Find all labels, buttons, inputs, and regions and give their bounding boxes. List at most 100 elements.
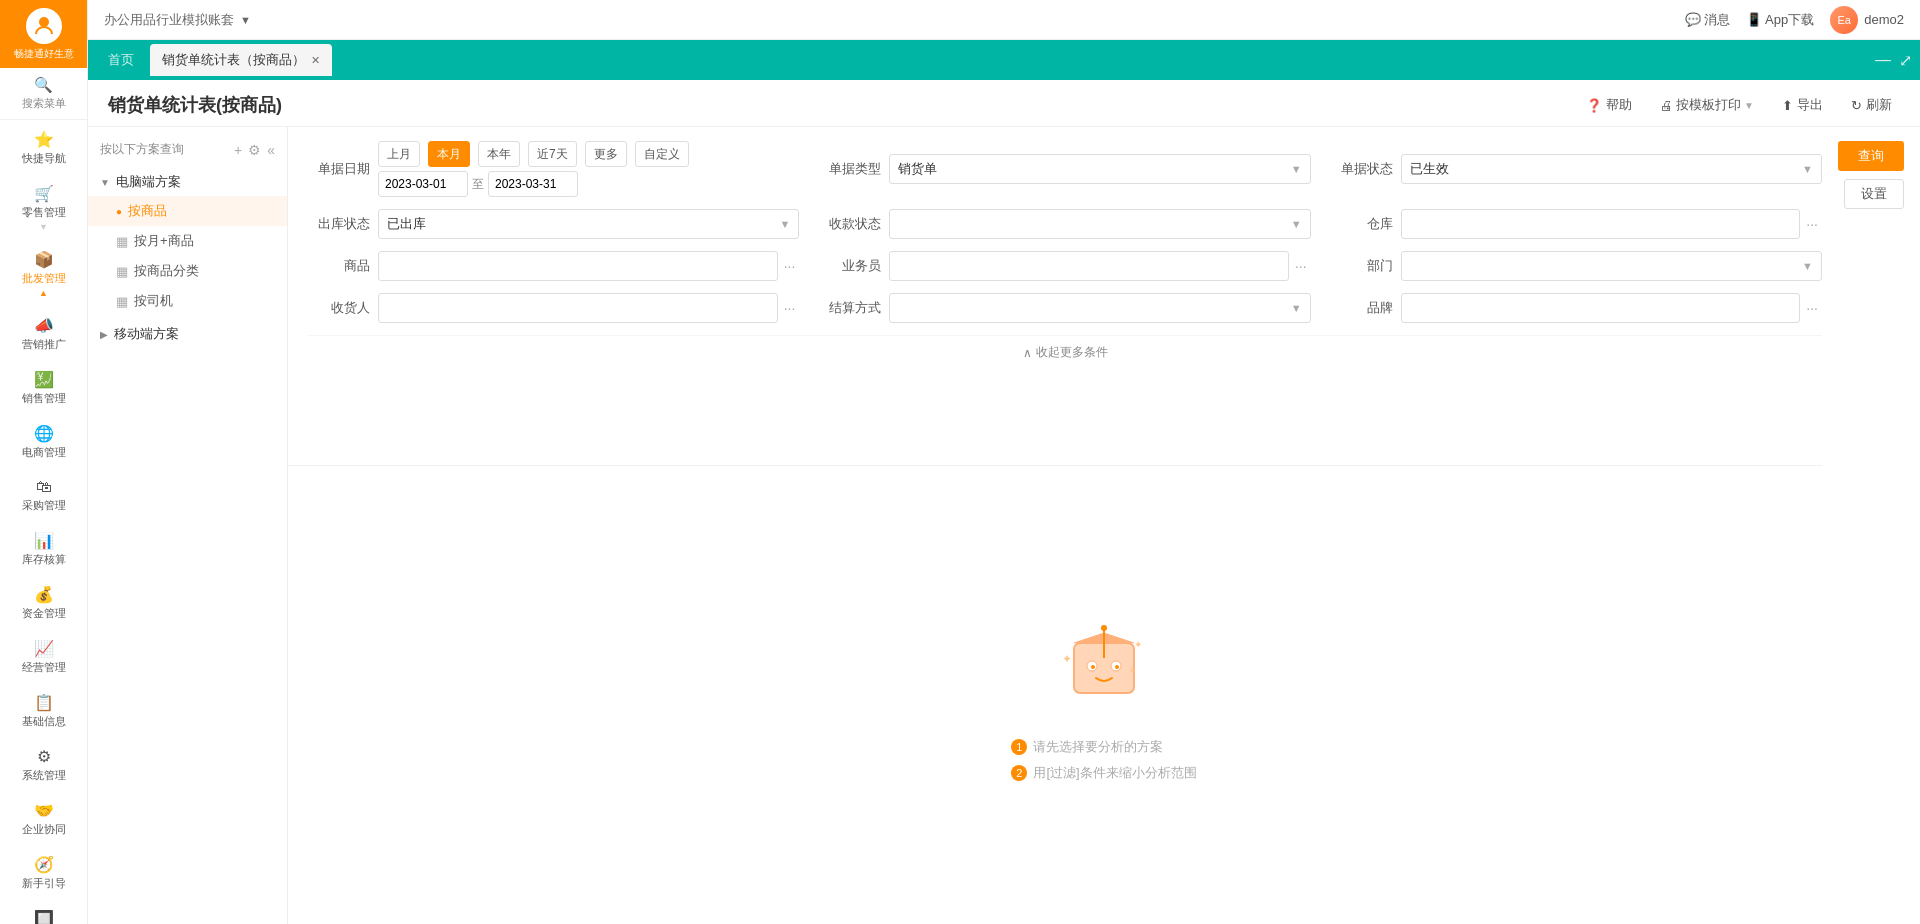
- doc-type-select[interactable]: 销货单 ▼: [889, 154, 1310, 184]
- empty-tip-1: 1 请先选择要分析的方案: [1011, 738, 1196, 756]
- tab-home[interactable]: 首页: [96, 44, 146, 76]
- sidebar-item-inventory[interactable]: 📊 库存核算: [0, 521, 87, 575]
- export-icon: ⬆: [1782, 98, 1793, 113]
- date-btn-custom[interactable]: 自定义: [635, 141, 689, 167]
- product-ellipsis-button[interactable]: ···: [780, 258, 800, 274]
- date-btn-7days[interactable]: 近7天: [528, 141, 577, 167]
- by-warehouse-icon: ▦: [116, 294, 128, 309]
- wholesale-icon: 📦: [34, 250, 54, 269]
- tab-bar: 首页 销货单统计表（按商品） ✕ — ⤢: [88, 40, 1920, 80]
- guide-icon: 🧭: [34, 855, 54, 874]
- warehouse-input[interactable]: [1401, 209, 1801, 239]
- sidebar-item-sales[interactable]: 💹 销售管理: [0, 360, 87, 414]
- sidebar-item-search[interactable]: 🔍 搜索菜单: [0, 68, 87, 120]
- tab-sales-stat-label: 销货单统计表（按商品）: [162, 51, 305, 69]
- filter-item-by-month-product[interactable]: ▦ 按月+商品: [88, 226, 287, 256]
- sidebar-item-ecommerce[interactable]: 🌐 电商管理: [0, 414, 87, 468]
- empty-state: ✦ ✦ ✦ 1 请先选择要分析的方案 2 用[过滤]条件来缩小分析范围: [288, 466, 1920, 925]
- add-scheme-icon[interactable]: +: [234, 142, 242, 158]
- page-actions: ❓ 帮助 🖨 按模板打印 ▼ ⬆ 导出 ↻ 刷新: [1578, 92, 1900, 118]
- date-to-input[interactable]: [488, 171, 578, 197]
- sidebar-item-quicknav[interactable]: ⭐ 快捷导航: [0, 120, 87, 174]
- template-print-button[interactable]: 🖨 按模板打印 ▼: [1652, 92, 1762, 118]
- product-input[interactable]: [378, 251, 778, 281]
- filter-section-mobile: ▶ 移动端方案: [88, 318, 287, 350]
- sidebar-basic-label: 基础信息: [22, 714, 66, 729]
- refresh-button[interactable]: ↻ 刷新: [1843, 92, 1900, 118]
- date-btn-this-month[interactable]: 本月: [428, 141, 470, 167]
- payment-status-select[interactable]: ▼: [889, 209, 1310, 239]
- tab-close-icon[interactable]: ✕: [311, 54, 320, 67]
- filter-item-by-warehouse[interactable]: ▦ 按司机: [88, 286, 287, 316]
- date-btn-last-month[interactable]: 上月: [378, 141, 420, 167]
- collab-icon: 🤝: [34, 801, 54, 820]
- salesperson-input[interactable]: [889, 251, 1289, 281]
- consignee-ellipsis-button[interactable]: ···: [780, 300, 800, 316]
- warehouse-ellipsis-button[interactable]: ···: [1802, 216, 1822, 232]
- refresh-icon: ↻: [1851, 98, 1862, 113]
- print-dropdown-icon: ▼: [1744, 100, 1754, 111]
- tip-text-1: 请先选择要分析的方案: [1033, 738, 1163, 756]
- out-status-select[interactable]: 已出库 ▼: [378, 209, 799, 239]
- sidebar-item-apps[interactable]: 🔲 应用中心: [0, 899, 87, 924]
- filter-section-mobile-header[interactable]: ▶ 移动端方案: [88, 320, 287, 348]
- sidebar: 畅捷通好生意 🔍 搜索菜单 ⭐ 快捷导航 🛒 零售管理 ▼ 📦 批发管理 ▲ 📣…: [0, 0, 88, 924]
- doc-status-select[interactable]: 已生效 ▼: [1401, 154, 1822, 184]
- sidebar-item-purchase[interactable]: 🛍 采购管理: [0, 468, 87, 521]
- filter-form-wrapper: 单据日期 上月 本月 本年 近7天 更多 自定义: [288, 127, 1920, 466]
- retail-expand-icon: ▼: [39, 222, 48, 232]
- app-download-button[interactable]: 📱 App下载: [1746, 11, 1814, 29]
- sidebar-retail-label: 零售管理: [22, 205, 66, 220]
- tab-bar-actions: — ⤢: [1875, 51, 1912, 70]
- filter-item-by-product-category[interactable]: ▦ 按商品分类: [88, 256, 287, 286]
- svg-point-5: [1091, 665, 1095, 669]
- workspace-selector[interactable]: 办公用品行业模拟账套 ▼: [104, 11, 251, 29]
- tab-minimize-icon[interactable]: —: [1875, 51, 1891, 69]
- brand-ellipsis-button[interactable]: ···: [1802, 300, 1822, 316]
- svg-text:✦: ✦: [1062, 652, 1072, 666]
- operations-icon: 📈: [34, 639, 54, 658]
- empty-tip-2: 2 用[过滤]条件来缩小分析范围: [1011, 764, 1196, 782]
- sidebar-item-collab[interactable]: 🤝 企业协同: [0, 791, 87, 845]
- export-button[interactable]: ⬆ 导出: [1774, 92, 1831, 118]
- sidebar-operations-label: 经营管理: [22, 660, 66, 675]
- marketing-icon: 📣: [34, 316, 54, 335]
- filter-field-warehouse: 仓库 ···: [1331, 209, 1822, 239]
- collapse-bar[interactable]: ∧ 收起更多条件: [308, 335, 1822, 365]
- tab-sales-stat[interactable]: 销货单统计表（按商品） ✕: [150, 44, 332, 76]
- sidebar-item-system[interactable]: ⚙ 系统管理: [0, 737, 87, 791]
- date-btn-more[interactable]: 更多: [585, 141, 627, 167]
- empty-illustration: ✦ ✦ ✦: [1054, 608, 1154, 708]
- page-header: 销货单统计表(按商品) ❓ 帮助 🖨 按模板打印 ▼ ⬆ 导出 ↻ 刷新: [88, 80, 1920, 127]
- message-button[interactable]: 💬 消息: [1685, 11, 1730, 29]
- date-from-input[interactable]: [378, 171, 468, 197]
- purchase-icon: 🛍: [36, 478, 52, 496]
- sidebar-item-marketing[interactable]: 📣 营销推广: [0, 306, 87, 360]
- system-icon: ⚙: [37, 747, 51, 766]
- date-btn-this-year[interactable]: 本年: [478, 141, 520, 167]
- sidebar-item-wholesale[interactable]: 📦 批发管理 ▲: [0, 240, 87, 306]
- user-menu-button[interactable]: Ea demo2: [1830, 6, 1904, 34]
- sidebar-item-retail[interactable]: 🛒 零售管理 ▼: [0, 174, 87, 240]
- app-logo: 畅捷通好生意: [0, 0, 88, 68]
- salesperson-ellipsis-button[interactable]: ···: [1291, 258, 1311, 274]
- query-button[interactable]: 查询: [1838, 141, 1904, 171]
- brand-input[interactable]: [1401, 293, 1801, 323]
- department-select[interactable]: ▼: [1401, 251, 1822, 281]
- header-right: 💬 消息 📱 App下载 Ea demo2: [1685, 6, 1904, 34]
- settlement-select[interactable]: ▼: [889, 293, 1310, 323]
- warehouse-label: 仓库: [1331, 215, 1401, 233]
- sidebar-item-guide[interactable]: 🧭 新手引导: [0, 845, 87, 899]
- filter-section-pc-header[interactable]: ▼ 电脑端方案: [88, 168, 287, 196]
- collapse-panel-icon[interactable]: «: [267, 142, 275, 158]
- settings-button[interactable]: 设置: [1844, 179, 1904, 209]
- sidebar-item-finance[interactable]: 💰 资金管理: [0, 575, 87, 629]
- username-label: demo2: [1864, 12, 1904, 27]
- settings-scheme-icon[interactable]: ⚙: [248, 142, 261, 158]
- filter-item-by-product[interactable]: ● 按商品: [88, 196, 287, 226]
- help-button[interactable]: ❓ 帮助: [1578, 92, 1640, 118]
- consignee-input[interactable]: [378, 293, 778, 323]
- sidebar-item-operations[interactable]: 📈 经营管理: [0, 629, 87, 683]
- tab-maximize-icon[interactable]: ⤢: [1899, 51, 1912, 70]
- sidebar-item-basic[interactable]: 📋 基础信息: [0, 683, 87, 737]
